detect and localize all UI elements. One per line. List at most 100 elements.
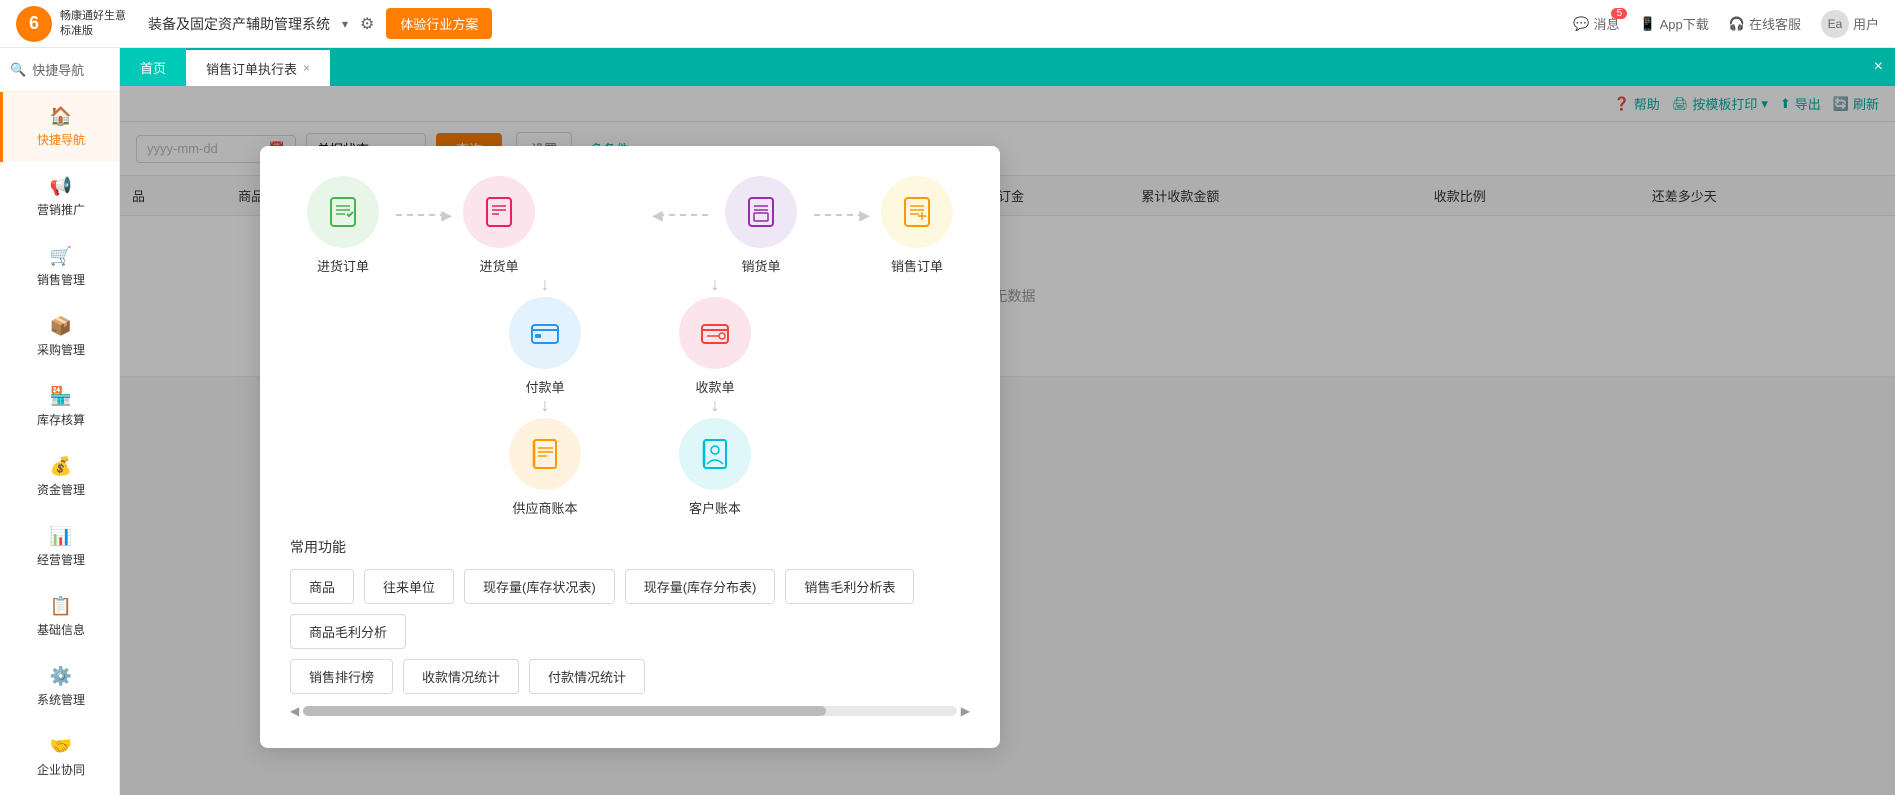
purchase-bill-icon [463,176,535,248]
payment-icon [509,297,581,369]
supplier-ledger-label: 供应商账本 [512,498,577,517]
func-btn-payment-stat[interactable]: 付款情况统计 [529,659,645,694]
tab-sales-order-exec[interactable]: 销售订单执行表 × [186,48,330,86]
func-btn-sales-rank[interactable]: 销售排行榜 [290,659,393,694]
tab-sales-order-exec-label: 销售订单执行表 [206,59,297,78]
message-badge: 5 [1611,8,1627,19]
sales-icon: 🛒 [50,246,72,267]
trial-button[interactable]: 体验行业方案 [386,8,492,39]
func-buttons-row2: 销售排行榜 收款情况统计 付款情况统计 [290,659,970,694]
spacer-r2-2 [800,275,970,396]
customer-ledger-label: 客户账本 [689,498,741,517]
sidebar-item-inventory[interactable]: 🏪 库存核算 [0,372,119,442]
func-btn-receipt-stat[interactable]: 收款情况统计 [403,659,519,694]
system-name: 装备及固定资产辅助管理系统 [148,14,330,34]
tab-home[interactable]: 首页 [120,48,186,86]
func-buttons-row1: 商品 往来单位 现存量(库存状况表) 现存量(库存分布表) 销售毛利分析表 商品… [290,569,970,649]
dialog-overlay: 进货订单 ▶ [120,86,1895,795]
func-btn-counterparty[interactable]: 往来单位 [364,569,454,604]
app-download-btn[interactable]: 📱 App下载 [1639,14,1708,33]
sidebar-item-system[interactable]: ⚙️ 系统管理 [0,652,119,722]
logo-icon: 6 [16,6,52,42]
tab-home-label: 首页 [140,58,166,77]
func-btn-stock-status[interactable]: 现存量(库存状况表) [464,569,615,604]
online-service-btn[interactable]: 🎧 在线客服 [1729,14,1801,33]
phone-icon: 📱 [1639,16,1655,32]
user-menu[interactable]: Ea 用户 [1821,10,1879,38]
flow-node-purchase-order[interactable]: 进货订单 [290,176,396,275]
flow-node-customer-ledger[interactable]: 客户账本 [679,418,751,517]
flow-node-purchase-bill[interactable]: 进货单 [446,176,552,275]
marketing-icon: 📢 [50,176,72,197]
search-menu-btn[interactable]: 🔍 快捷导航 [0,48,119,92]
purchase-icon: 📦 [50,316,72,337]
common-functions: 常用功能 商品 往来单位 现存量(库存状况表) 现存量(库存分布表) 销售毛利分… [290,537,970,694]
system-dropdown-icon[interactable]: ▾ [342,17,348,31]
func-btn-product-gross[interactable]: 商品毛利分析 [290,614,406,649]
purchase-order-icon [307,176,379,248]
sales-bill-label: 销货单 [741,256,780,275]
topbar-right: 💬 消息 5 📱 App下载 🎧 在线客服 Ea 用户 [1573,10,1879,38]
sidebar-item-basic[interactable]: 📋 基础信息 [0,582,119,652]
sidebar-item-sales[interactable]: 🛒 销售管理 [0,232,119,302]
flow-down-customer-ledger: ↓ 客户账本 [630,396,800,517]
scroll-right-icon[interactable]: ▶ [961,704,970,718]
receipt-icon [679,297,751,369]
sales-bill-icon [725,176,797,248]
flow-node-supplier-ledger[interactable]: 供应商账本 [509,418,581,517]
message-icon: 💬 [1573,16,1589,32]
settings-icon[interactable]: ⚙ [360,14,374,34]
logo-area: 6 畅康通好生意 标准版 [16,6,136,42]
spacer-r2-1 [290,275,460,396]
dialog-scrollbar[interactable]: ◀ ▶ [290,704,970,718]
receipt-label: 收款单 [695,377,734,396]
arrow-purchase-to-purchasebill: ▶ [396,214,446,216]
sidebar-item-operation[interactable]: 📊 经营管理 [0,512,119,582]
message-btn[interactable]: 💬 消息 5 [1573,14,1619,33]
arrow-salesbill-to-salesorder: ▶ [814,214,864,216]
payment-label: 付款单 [525,377,564,396]
search-icon: 🔍 [10,62,26,78]
tab-bar-close-btn[interactable]: × [1874,58,1883,76]
sidebar-item-finance[interactable]: 💰 资金管理 [0,442,119,512]
topbar: 6 畅康通好生意 标准版 装备及固定资产辅助管理系统 ▾ ⚙ 体验行业方案 💬 … [0,0,1895,48]
spacer-r3-2 [800,396,970,517]
sidebar-item-marketing[interactable]: 📢 营销推广 [0,162,119,232]
basic-icon: 📋 [50,596,72,617]
purchase-bill-label: 进货单 [479,256,518,275]
inventory-icon: 🏪 [50,386,72,407]
flow-node-receipt[interactable]: 收款单 [679,297,751,396]
flow-node-payment[interactable]: 付款单 [509,297,581,396]
scroll-track[interactable] [303,706,957,716]
cooperation-icon: 🤝 [50,736,72,757]
func-btn-sales-gross[interactable]: 销售毛利分析表 [785,569,914,604]
topbar-left: 6 畅康通好生意 标准版 装备及固定资产辅助管理系统 ▾ ⚙ 体验行业方案 [16,6,492,42]
flow-node-sales-bill[interactable]: 销货单 [708,176,814,275]
arrow-salesorder-to-salesbill: ◀ [658,214,708,216]
tab-bar: 首页 销售订单执行表 × × [120,48,1895,86]
sidebar: 🔍 快捷导航 🏠 快捷导航 📢 营销推广 🛒 销售管理 📦 采购管理 🏪 [0,48,120,795]
dialog-box: 进货订单 ▶ [260,146,1000,748]
sidebar-item-quick-nav[interactable]: 🏠 快捷导航 [0,92,119,162]
sales-order-label: 销售订单 [891,256,943,275]
logo-text: 畅康通好生意 标准版 [60,9,126,38]
customer-ledger-icon [679,418,751,490]
main-wrapper: 🔍 快捷导航 🏠 快捷导航 📢 营销推广 🛒 销售管理 📦 采购管理 🏪 [0,48,1895,795]
supplier-ledger-icon [509,418,581,490]
func-btn-product[interactable]: 商品 [290,569,354,604]
func-btn-stock-dist[interactable]: 现存量(库存分布表) [625,569,776,604]
sidebar-item-cooperation[interactable]: 🤝 企业协同 [0,722,119,792]
flow-node-sales-order[interactable]: 销售订单 [864,176,970,275]
finance-icon: 💰 [50,456,72,477]
operation-icon: 📊 [50,526,72,547]
content-area: 首页 销售订单执行表 × × ❓ 帮助 🖨 按 [120,48,1895,795]
sidebar-item-purchase[interactable]: 📦 采购管理 [0,302,119,372]
home-icon: 🏠 [50,106,72,127]
flow-down-supplier-ledger: ↓ 供应商账本 [460,396,630,517]
scroll-left-icon[interactable]: ◀ [290,704,299,718]
common-functions-title: 常用功能 [290,537,970,557]
system-icon: ⚙️ [50,666,72,687]
user-avatar: Ea [1821,10,1849,38]
flow-down-receipt: ↓ 收款单 [630,275,800,396]
tab-close-icon[interactable]: × [303,61,310,75]
